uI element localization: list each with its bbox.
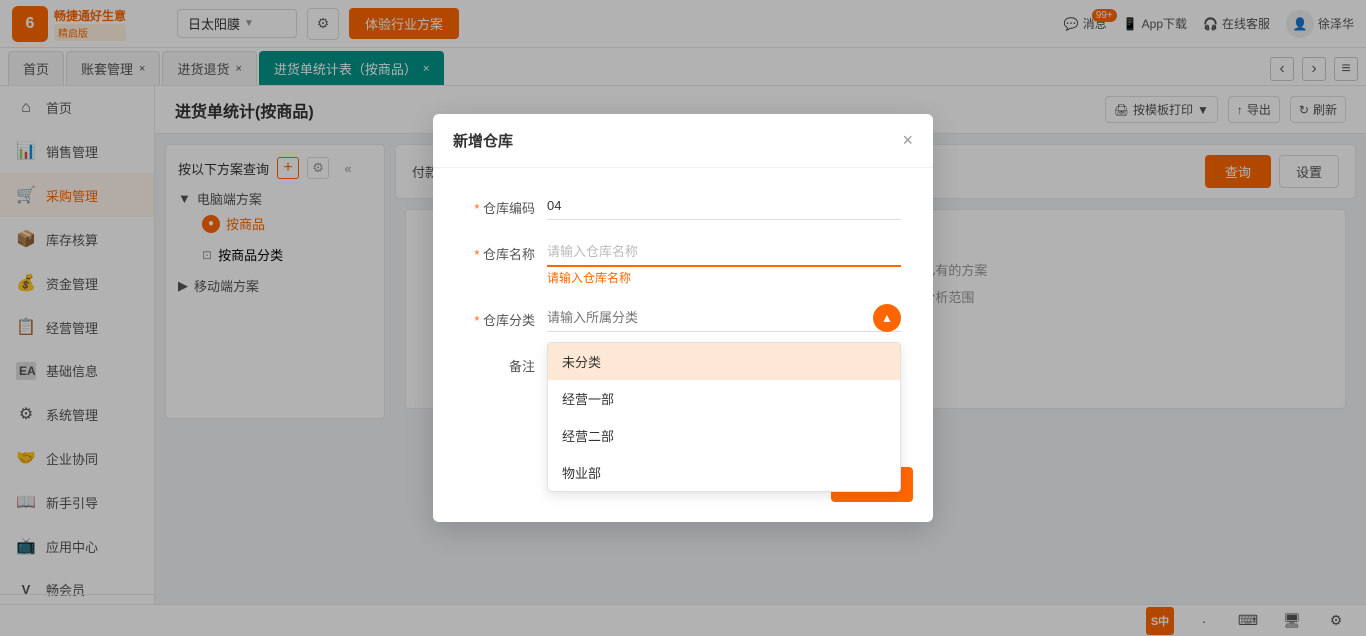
category-field: 仓库分类 ▲ 未分类 经营一部 经营二部 物业部 [465,304,901,332]
close-icon[interactable]: × [902,130,913,151]
dropdown-item-property[interactable]: 物业部 [548,454,900,491]
category-input-wrap: ▲ 未分类 经营一部 经营二部 物业部 [547,304,901,332]
notes-label: 备注 [465,350,535,375]
name-label: 仓库名称 [465,238,535,263]
category-input[interactable] [547,304,901,332]
name-input-wrap: 请输入仓库名称 [547,238,901,286]
dropdown-item-unclassified[interactable]: 未分类 [548,343,900,380]
new-warehouse-modal: 新增仓库 × 仓库编码 仓库名称 请输入仓库名称 仓库分类 [433,114,933,522]
modal-body: 仓库编码 仓库名称 请输入仓库名称 仓库分类 ▲ [433,168,933,455]
modal-header: 新增仓库 × [433,114,933,168]
dropdown-item-ops2[interactable]: 经营二部 [548,417,900,454]
code-field: 仓库编码 [465,192,901,220]
code-input-wrap [547,192,901,220]
dropdown-toggle[interactable]: ▲ [873,304,901,332]
code-input[interactable] [547,192,901,220]
modal-title: 新增仓库 [453,130,513,151]
category-label: 仓库分类 [465,304,535,329]
dropdown-item-ops1[interactable]: 经营一部 [548,380,900,417]
category-dropdown: 未分类 经营一部 经营二部 物业部 [547,342,901,492]
modal-overlay: 新增仓库 × 仓库编码 仓库名称 请输入仓库名称 仓库分类 [0,0,1366,636]
name-error-msg: 请输入仓库名称 [547,269,901,286]
name-input[interactable] [547,238,901,267]
name-field: 仓库名称 请输入仓库名称 [465,238,901,286]
code-label: 仓库编码 [465,192,535,217]
